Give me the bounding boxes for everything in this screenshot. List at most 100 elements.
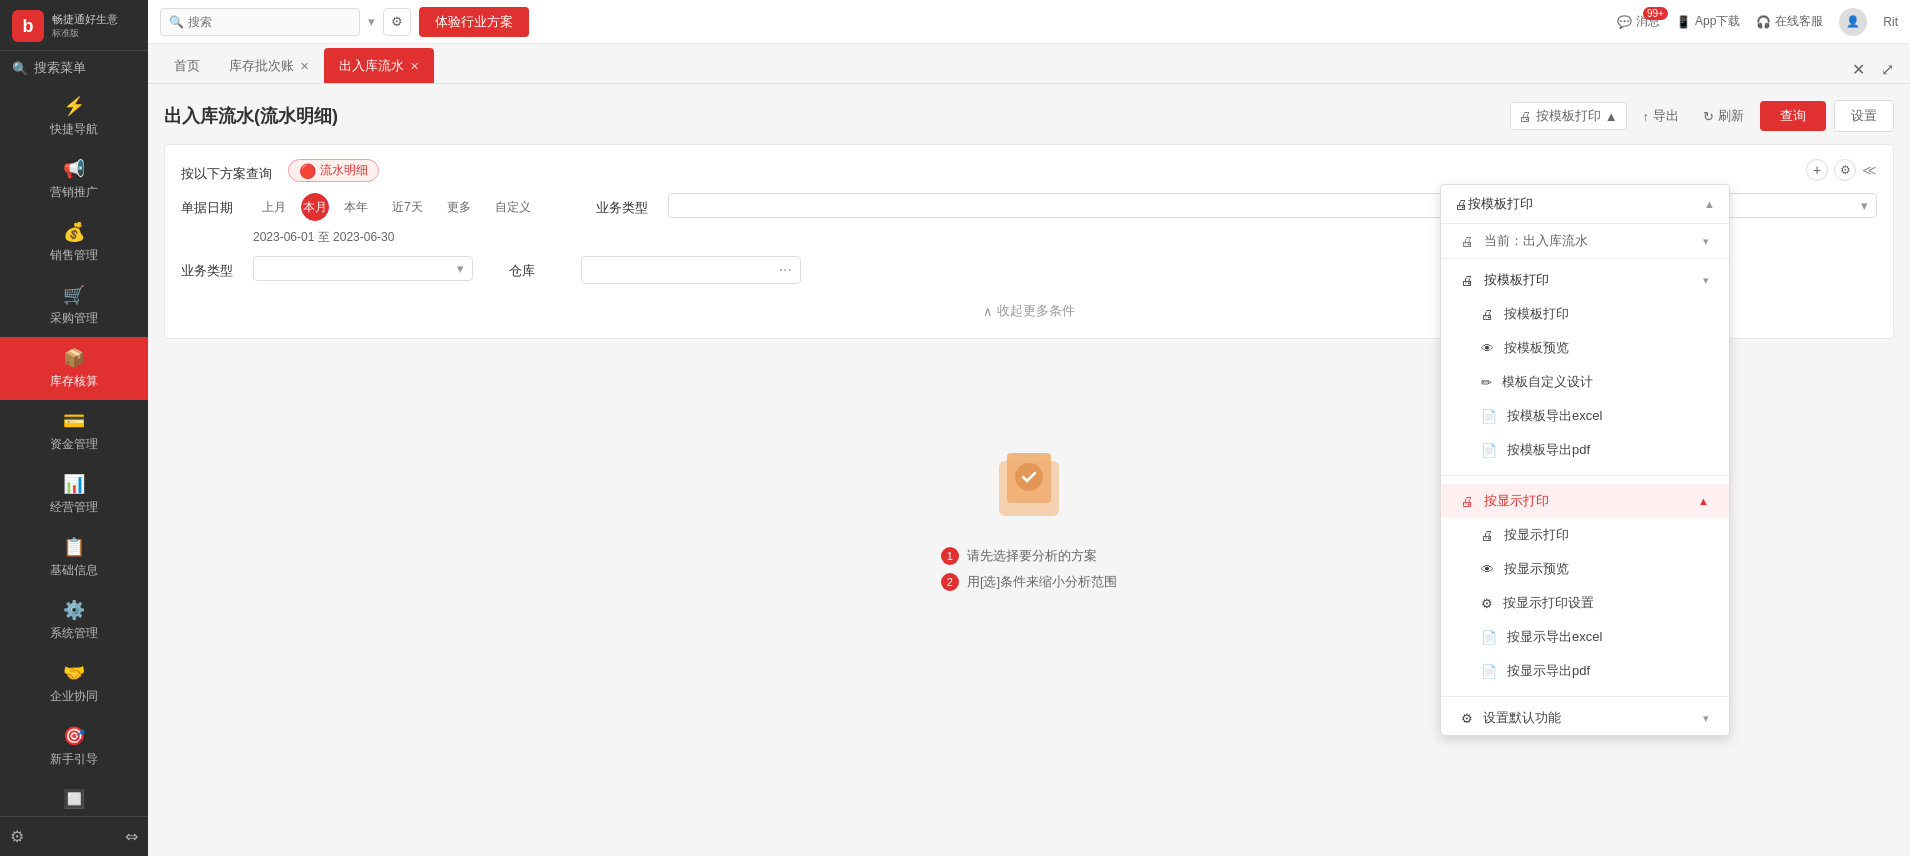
sidebar-item-label: 系统管理 — [50, 625, 98, 642]
display-export-excel-btn[interactable]: 📄 按显示导出excel — [1441, 620, 1729, 654]
window-close-icon[interactable]: ✕ — [1848, 56, 1869, 83]
sidebar-item-inventory[interactable]: 📦 库存核算 — [0, 337, 148, 400]
biz-type-select[interactable]: ▾ — [253, 256, 473, 281]
sidebar-item-label: 企业协同 — [50, 688, 98, 705]
message-button[interactable]: 💬 消息 99+ — [1617, 13, 1660, 30]
export-button[interactable]: ↑ 导出 — [1635, 103, 1688, 129]
template-custom-btn[interactable]: ✏ 模板自定义设计 — [1441, 365, 1729, 399]
date-range: 2023-06-01 至 2023-06-30 — [253, 229, 540, 246]
newbie-icon: 🎯 — [63, 725, 85, 747]
set-default-label: 设置默认功能 — [1483, 709, 1561, 727]
svg-point-2 — [1015, 463, 1043, 491]
filter-add-button[interactable]: + — [1806, 159, 1828, 181]
system-icon: ⚙️ — [63, 599, 85, 621]
sidebar-item-purchase[interactable]: 🛒 采购管理 — [0, 274, 148, 337]
display-print-btn[interactable]: 🖨 按显示打印 — [1441, 518, 1729, 552]
template-print-header[interactable]: 🖨 按模板打印 ▾ — [1441, 263, 1729, 297]
template-export-pdf-btn[interactable]: 📄 按模板导出pdf — [1441, 433, 1729, 467]
template-export-excel-btn[interactable]: 📄 按模板导出excel — [1441, 399, 1729, 433]
filter-settings-button[interactable]: ⚙ — [1834, 159, 1856, 181]
sidebar-item-newbie[interactable]: 🎯 新手引导 — [0, 715, 148, 778]
dropdown-header-chevron[interactable]: ▲ — [1704, 198, 1715, 210]
sidebar-item-app-center[interactable]: 🔲 应用中心 — [0, 778, 148, 816]
chip-icon: 🔴 — [299, 163, 316, 179]
date-more[interactable]: 更多 — [438, 195, 480, 220]
template-custom-icon: ✏ — [1481, 375, 1492, 390]
set-default-btn[interactable]: ⚙ 设置默认功能 ▾ — [1441, 701, 1729, 735]
basic-info-icon: 📋 — [63, 536, 85, 558]
tab-batch-account[interactable]: 库存批次账 ✕ — [214, 48, 324, 83]
display-preview-icon: 👁 — [1481, 562, 1494, 577]
template-preview-btn[interactable]: 👁 按模板预览 — [1441, 331, 1729, 365]
sidebar-item-enterprise[interactable]: 🤝 企业协同 — [0, 652, 148, 715]
print-template-button[interactable]: 🖨 按模板打印 ▲ — [1510, 102, 1627, 130]
empty-step-2: 2 用[选]条件来缩小分析范围 — [941, 573, 1117, 591]
display-preview-btn[interactable]: 👁 按显示预览 — [1441, 552, 1729, 586]
search-input[interactable] — [188, 15, 328, 29]
settings-gear-icon[interactable]: ⚙ — [10, 827, 24, 846]
display-section-chevron: ▲ — [1698, 495, 1709, 507]
template-print-btn[interactable]: 🖨 按模板打印 — [1441, 297, 1729, 331]
template-custom-label: 模板自定义设计 — [1502, 373, 1593, 391]
display-export-pdf-btn[interactable]: 📄 按显示导出pdf — [1441, 654, 1729, 688]
display-export-excel-label: 按显示导出excel — [1507, 628, 1602, 646]
date-this-month[interactable]: 本月 — [301, 193, 329, 221]
refresh-button[interactable]: ↻ 刷新 — [1695, 103, 1752, 129]
sidebar-item-marketing[interactable]: 📢 营销推广 — [0, 148, 148, 211]
sidebar-item-quick-nav[interactable]: ⚡ 快捷导航 — [0, 85, 148, 148]
date-options: 上月 本月 本年 近7天 更多 自定义 — [253, 193, 540, 221]
topbar-right: 💬 消息 99+ 📱 App下载 🎧 在线客服 👤 Rit — [1617, 8, 1898, 36]
display-print-header-icon: 🖨 — [1461, 494, 1474, 509]
display-print-settings-btn[interactable]: ⚙ 按显示打印设置 — [1441, 586, 1729, 620]
settings-button-2[interactable]: 设置 — [1834, 100, 1894, 132]
display-print-header[interactable]: 🖨 按显示打印 ▲ — [1441, 484, 1729, 518]
sidebar-item-basic-info[interactable]: 📋 基础信息 — [0, 526, 148, 589]
date-prev-month[interactable]: 上月 — [253, 195, 295, 220]
page-title: 出入库流水(流水明细) — [164, 104, 338, 128]
query-button[interactable]: 查询 — [1760, 101, 1826, 131]
set-default-icon: ⚙ — [1461, 711, 1473, 726]
search-label: 搜索菜单 — [34, 59, 86, 77]
tab-close-icon[interactable]: ✕ — [300, 60, 309, 73]
export-icon: ↑ — [1643, 109, 1650, 124]
search-box[interactable]: 🔍 — [160, 8, 360, 36]
sidebar-item-label: 库存核算 — [50, 373, 98, 390]
topbar: 🔍 ▾ ⚙ 体验行业方案 💬 消息 99+ 📱 App下载 🎧 在线客服 👤 R… — [148, 0, 1910, 44]
warehouse-select[interactable]: ··· — [581, 256, 801, 284]
filter-actions: + ⚙ ≪ — [1806, 159, 1877, 181]
tab-in-out-close-icon[interactable]: ✕ — [410, 60, 419, 73]
sidebar-item-label: 快捷导航 — [50, 121, 98, 138]
type-label: 业务类型 — [181, 256, 237, 280]
display-pdf-icon: 📄 — [1481, 664, 1497, 679]
date-this-year[interactable]: 本年 — [335, 195, 377, 220]
tab-in-out-flow[interactable]: 出入库流水 ✕ — [324, 48, 434, 83]
filter-collapse-icon[interactable]: ≪ — [1862, 162, 1877, 178]
settings-button[interactable]: ⚙ — [383, 8, 411, 36]
biz-type-chevron-icon: ▾ — [457, 261, 464, 276]
tab-home[interactable]: 首页 — [160, 49, 214, 83]
filter-chip[interactable]: 🔴 流水明细 — [288, 159, 379, 182]
filter-row-header: 按以下方案查询 🔴 流水明细 + ⚙ ≪ — [181, 159, 1877, 183]
sales-icon: 💰 — [63, 221, 85, 243]
collapse-button[interactable]: ∧ 收起更多条件 — [979, 298, 1079, 324]
window-maximize-icon[interactable]: ⤢ — [1877, 56, 1898, 83]
sidebar-search[interactable]: 🔍 搜索菜单 — [0, 51, 148, 85]
sidebar-item-operations[interactable]: 📊 经营管理 — [0, 463, 148, 526]
print-chevron-up-icon: ▲ — [1605, 109, 1618, 124]
sidebar-item-system[interactable]: ⚙️ 系统管理 — [0, 589, 148, 652]
date-last-7-days[interactable]: 近7天 — [383, 195, 432, 220]
sidebar-item-finance[interactable]: 💳 资金管理 — [0, 400, 148, 463]
sidebar-item-label: 资金管理 — [50, 436, 98, 453]
online-service-button[interactable]: 🎧 在线客服 — [1756, 13, 1823, 30]
quick-nav-icon: ⚡ — [63, 95, 85, 117]
dropdown-divider-2 — [1441, 696, 1729, 697]
window-controls: ✕ ⤢ — [1848, 56, 1898, 83]
search-chevron-icon[interactable]: ▾ — [368, 14, 375, 29]
date-custom[interactable]: 自定义 — [486, 195, 540, 220]
trial-button[interactable]: 体验行业方案 — [419, 7, 529, 37]
collapse-label: 收起更多条件 — [997, 302, 1075, 320]
app-download-button[interactable]: 📱 App下载 — [1676, 13, 1740, 30]
current-selection[interactable]: 🖨 当前：出入库流水 ▾ — [1441, 224, 1729, 259]
sidebar-item-sales[interactable]: 💰 销售管理 — [0, 211, 148, 274]
sidebar-collapse-icon[interactable]: ⇔ — [125, 827, 138, 846]
